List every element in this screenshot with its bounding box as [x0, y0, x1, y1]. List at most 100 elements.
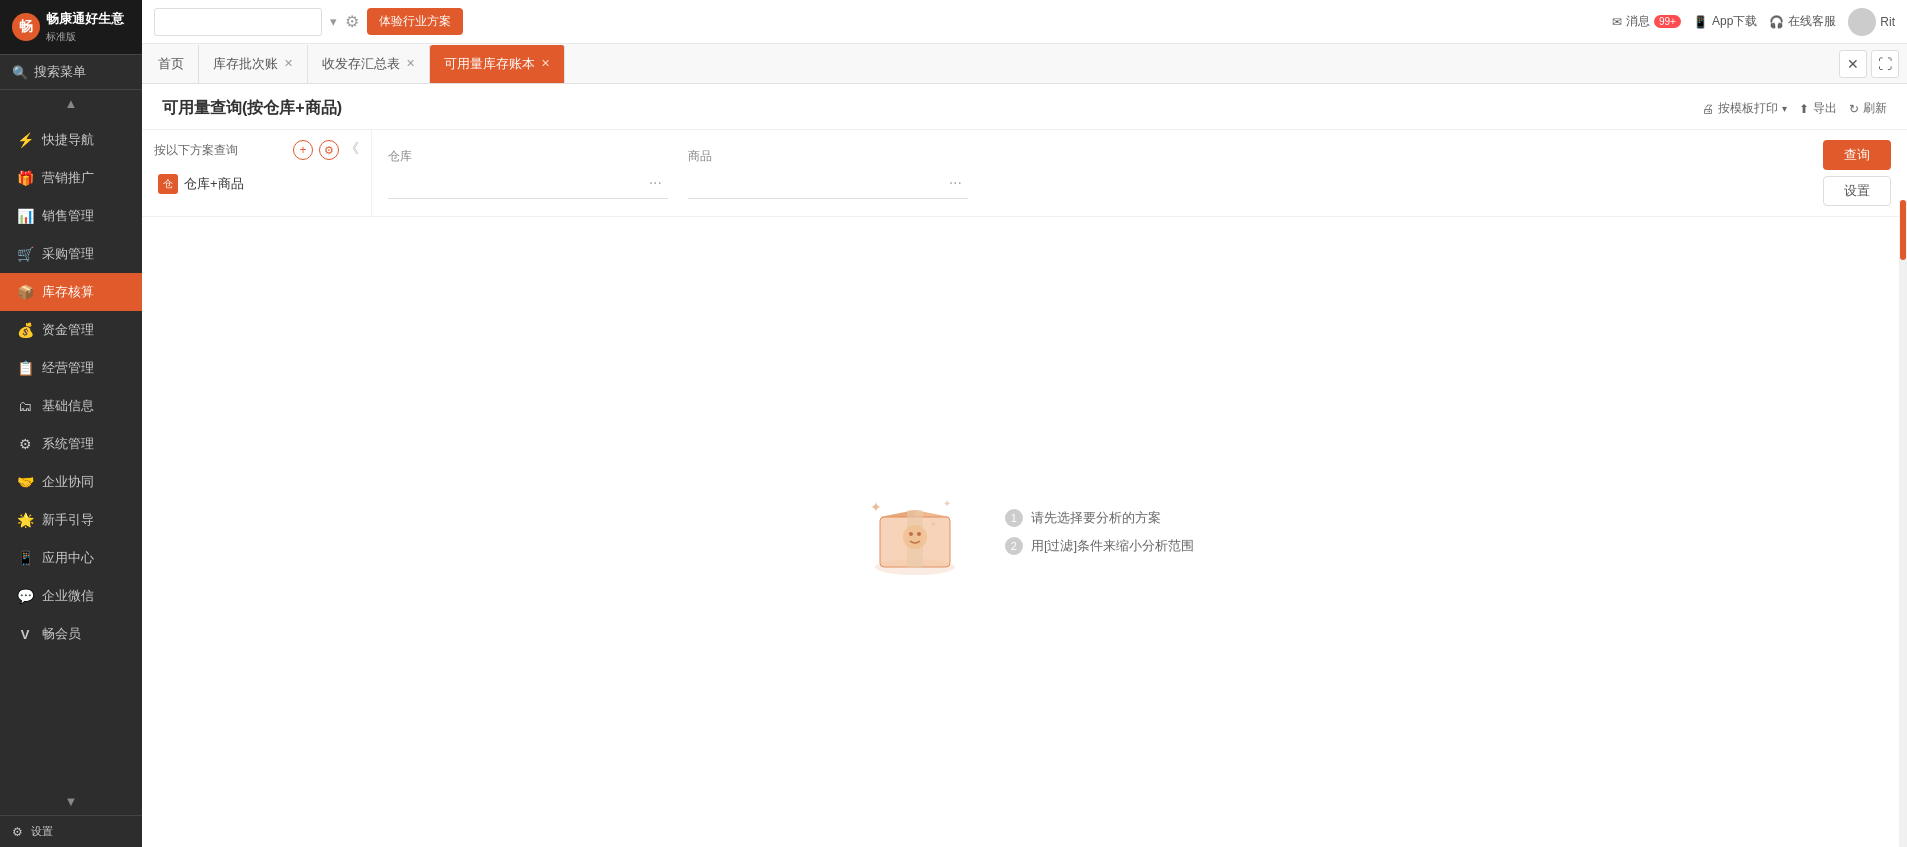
settings-scheme-button[interactable]: ⚙ [319, 140, 339, 160]
add-scheme-button[interactable]: + [293, 140, 313, 160]
username-label: Rit [1880, 15, 1895, 29]
tab-batch-ledger-label: 库存批次账 [213, 55, 278, 73]
right-scrollbar[interactable] [1899, 200, 1907, 847]
refresh-label: 刷新 [1863, 100, 1887, 117]
tip-text-2: 用[过滤]条件来缩小分析范围 [1031, 537, 1194, 555]
refresh-icon: ↻ [1849, 102, 1859, 116]
tab-batch-ledger-close[interactable]: ✕ [284, 57, 293, 70]
page-header-actions: 🖨 按模板打印 ▾ ⬆ 导出 ↻ 刷新 [1702, 100, 1887, 117]
avatar [1848, 8, 1876, 36]
query-button[interactable]: 查询 [1823, 140, 1891, 170]
online-service-label: 在线客服 [1788, 13, 1836, 30]
svg-point-6 [903, 525, 927, 549]
tab-batch-ledger[interactable]: 库存批次账 ✕ [199, 45, 308, 83]
messages-label: 消息 [1626, 13, 1650, 30]
user-avatar-area[interactable]: Rit [1848, 8, 1895, 36]
newbie-icon: 🌟 [16, 511, 34, 529]
system-icon: ⚙ [16, 435, 34, 453]
scrollbar-thumb [1900, 200, 1906, 260]
warehouse-field-input[interactable]: ··· [388, 169, 668, 199]
warehouse-more-button[interactable]: ··· [649, 174, 662, 192]
sidebar-search-button[interactable]: 🔍 搜索菜单 [12, 63, 130, 81]
product-field-input[interactable]: ··· [688, 169, 968, 199]
sidebar-search-area[interactable]: 🔍 搜索菜单 [0, 55, 142, 90]
sidebar-item-wechat[interactable]: 💬 企业微信 [0, 577, 142, 615]
sidebar-item-enterprise[interactable]: 🤝 企业协同 [0, 463, 142, 501]
empty-tip-1: 1 请先选择要分析的方案 [1005, 509, 1194, 527]
sidebar-item-label: 企业微信 [42, 587, 94, 605]
scheme-label: 按以下方案查询 [154, 142, 238, 159]
sidebar-item-label: 销售管理 [42, 207, 94, 225]
industry-solution-button[interactable]: 体验行业方案 [367, 8, 463, 35]
tip-num-1: 1 [1005, 509, 1023, 527]
purchase-icon: 🛒 [16, 245, 34, 263]
sidebar-scroll-down[interactable]: ▼ [0, 788, 142, 815]
tab-expand-button[interactable]: ⛶ [1871, 50, 1899, 78]
filter-settings-button[interactable]: 设置 [1823, 176, 1891, 206]
sidebar-search-label: 搜索菜单 [34, 63, 86, 81]
sidebar-item-label: 企业协同 [42, 473, 94, 491]
empty-illustration: ✦ ✦ ✦ [855, 472, 975, 592]
sidebar-item-label: 快捷导航 [42, 131, 94, 149]
scheme-item-label: 仓库+商品 [184, 175, 244, 193]
sidebar-item-newbie[interactable]: 🌟 新手引导 [0, 501, 142, 539]
tab-stock-summary-close[interactable]: ✕ [406, 57, 415, 70]
tabs-bar: 首页 库存批次账 ✕ 收发存汇总表 ✕ 可用量库存账本 ✕ ✕ ⛶ [142, 44, 1907, 84]
print-dropdown-icon: ▾ [1782, 103, 1787, 114]
topbar-search-input[interactable] [154, 8, 322, 36]
sidebar-item-apps[interactable]: 📱 应用中心 [0, 539, 142, 577]
tab-home[interactable]: 首页 [150, 45, 199, 83]
print-icon: 🖨 [1702, 102, 1714, 116]
tab-available-ledger-close[interactable]: ✕ [541, 57, 550, 70]
app-download-button[interactable]: 📱 App下载 [1693, 13, 1757, 30]
page-content: 可用量查询(按仓库+商品) 🖨 按模板打印 ▾ ⬆ 导出 ↻ 刷新 [142, 84, 1907, 847]
sidebar-item-system[interactable]: ⚙ 系统管理 [0, 425, 142, 463]
headset-icon: 🎧 [1769, 15, 1784, 29]
sidebar-item-purchase[interactable]: 🛒 采购管理 [0, 235, 142, 273]
topbar-breadcrumb [154, 8, 322, 36]
logo-tag: 标准版 [46, 30, 124, 44]
sidebar-item-quick-nav[interactable]: ⚡ 快捷导航 [0, 121, 142, 159]
product-more-button[interactable]: ··· [949, 174, 962, 192]
app-download-label: App下载 [1712, 13, 1757, 30]
filter-fields-panel: 仓库 ··· 商品 ··· [372, 130, 1807, 216]
sidebar-item-finance[interactable]: 💰 资金管理 [0, 311, 142, 349]
collapse-panel-button[interactable]: 《 [345, 140, 359, 160]
quick-nav-icon: ⚡ [16, 131, 34, 149]
tab-stock-summary[interactable]: 收发存汇总表 ✕ [308, 45, 430, 83]
sidebar-item-marketing[interactable]: 🎁 营销推广 [0, 159, 142, 197]
wechat-icon: 💬 [16, 587, 34, 605]
sidebar-item-label: 营销推广 [42, 169, 94, 187]
settings-icon: ⚙ [12, 825, 23, 839]
filter-field-product: 商品 ··· [688, 148, 968, 199]
sidebar-item-inventory[interactable]: 📦 库存核算 [0, 273, 142, 311]
sidebar-item-label: 资金管理 [42, 321, 94, 339]
topbar-actions: ✉ 消息 99+ 📱 App下载 🎧 在线客服 Rit [1612, 8, 1895, 36]
message-icon: ✉ [1612, 15, 1622, 29]
sidebar-item-label: 系统管理 [42, 435, 94, 453]
tab-available-ledger-label: 可用量库存账本 [444, 55, 535, 73]
scheme-item-warehouse-product[interactable]: 仓 仓库+商品 [142, 168, 371, 200]
tab-available-ledger[interactable]: 可用量库存账本 ✕ [430, 45, 565, 83]
tab-close-button[interactable]: ✕ [1839, 50, 1867, 78]
export-icon: ⬆ [1799, 102, 1809, 116]
svg-text:✦: ✦ [870, 499, 882, 515]
page-header: 可用量查询(按仓库+商品) 🖨 按模板打印 ▾ ⬆ 导出 ↻ 刷新 [142, 84, 1907, 130]
online-service-button[interactable]: 🎧 在线客服 [1769, 13, 1836, 30]
print-template-button[interactable]: 🖨 按模板打印 ▾ [1702, 100, 1787, 117]
sidebar-item-members[interactable]: V 畅会员 [0, 615, 142, 653]
topbar: ▾ ⚙ 体验行业方案 ✉ 消息 99+ 📱 App下载 🎧 在线客服 Rit [142, 0, 1907, 44]
sidebar-item-basic[interactable]: 🗂 基础信息 [0, 387, 142, 425]
messages-button[interactable]: ✉ 消息 99+ [1612, 13, 1681, 30]
refresh-button[interactable]: ↻ 刷新 [1849, 100, 1887, 117]
topbar-gear-icon[interactable]: ⚙ [345, 12, 359, 31]
filter-field-warehouse: 仓库 ··· [388, 148, 668, 199]
sidebar-scroll-up[interactable]: ▲ [0, 90, 142, 117]
filter-area: 按以下方案查询 + ⚙ 《 仓 仓库+商品 仓库 [142, 130, 1907, 217]
sidebar-item-operation[interactable]: 📋 经营管理 [0, 349, 142, 387]
search-icon: 🔍 [12, 65, 28, 80]
export-button[interactable]: ⬆ 导出 [1799, 100, 1837, 117]
sidebar-item-sales[interactable]: 📊 销售管理 [0, 197, 142, 235]
logo-icon: 畅 [12, 13, 40, 41]
topbar-dropdown-icon[interactable]: ▾ [330, 14, 337, 29]
